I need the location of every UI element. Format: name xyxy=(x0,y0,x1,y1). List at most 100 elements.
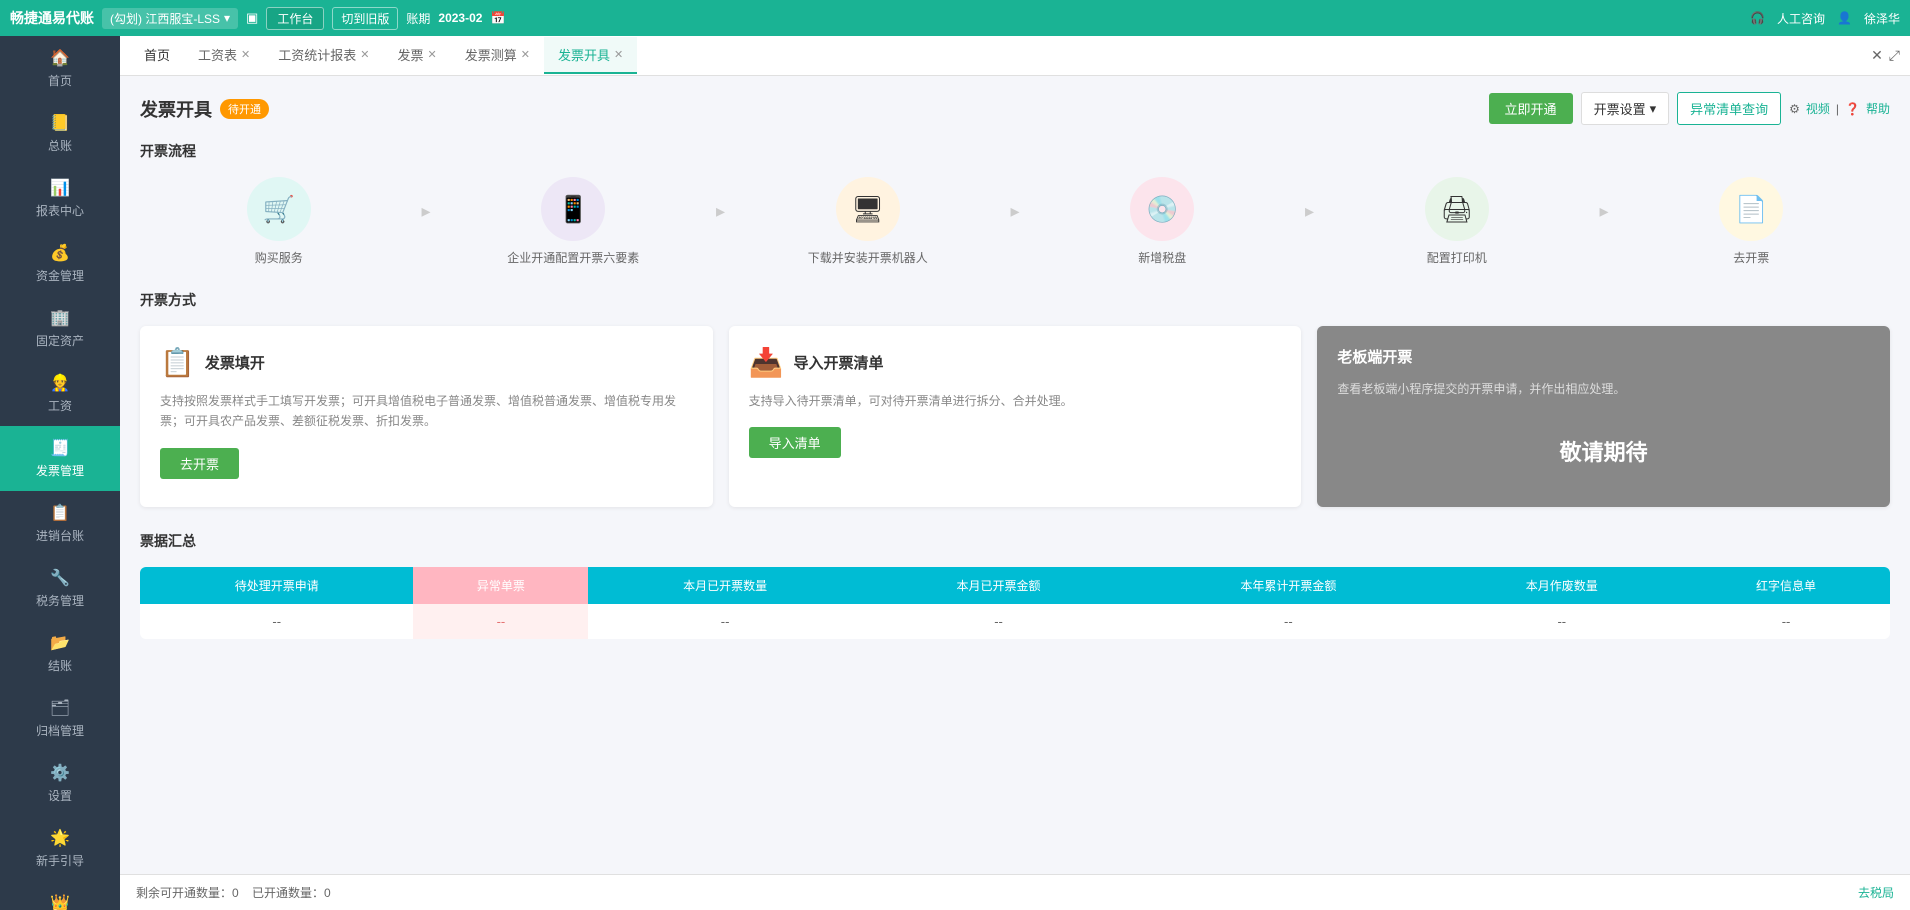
tab-close-salary-report[interactable]: ✕ xyxy=(360,48,369,61)
cell-year-amount: -- xyxy=(1135,604,1441,639)
tab-salary-report[interactable]: 工资统计报表 ✕ xyxy=(264,37,383,74)
user-service-label[interactable]: 人工咨询 xyxy=(1777,10,1825,27)
salary-icon: 👷 xyxy=(50,373,70,393)
company-selector[interactable]: (勾划) 江西服宝-LSS ▾ xyxy=(102,8,238,29)
sidebar-item-funds[interactable]: 💰 资金管理 xyxy=(0,231,120,296)
sidebar-item-archive[interactable]: 🗂 归档管理 xyxy=(0,686,120,751)
tab-close-all-button[interactable]: ✕ xyxy=(1871,47,1883,64)
cell-void-count: -- xyxy=(1442,604,1683,639)
tab-invoice-issue[interactable]: 发票开具 ✕ xyxy=(544,37,637,74)
view-icon: ⚙ xyxy=(1789,102,1800,116)
fill-card-desc: 支持按照发票样式手工填写开发票；可开具增值税电子普通发票、增值税普通发票、增值税… xyxy=(160,391,693,432)
import-card-icon: 📥 xyxy=(749,346,784,379)
period-value: 2023-02 xyxy=(438,11,482,25)
funds-icon: 💰 xyxy=(50,243,70,263)
tab-close-invoice[interactable]: ✕ xyxy=(428,48,437,61)
fill-card-title: 发票填开 xyxy=(205,352,265,373)
sidebar-item-ledger[interactable]: 📒 总账 xyxy=(0,101,120,166)
tab-salary-sheet[interactable]: 工资表 ✕ xyxy=(184,37,264,74)
col-red-note: 红字信息单 xyxy=(1682,567,1890,604)
flow-step-1: 🛒 购买服务 xyxy=(140,177,417,266)
sidebar-item-assets[interactable]: 🏢 固定资产 xyxy=(0,296,120,361)
remaining-quota-label: 剩余可开通数量：0 xyxy=(136,886,239,900)
open-now-button[interactable]: 立即开通 xyxy=(1489,93,1573,124)
user-avatar-icon: 👤 xyxy=(1837,11,1852,25)
sidebar-item-purchase[interactable]: 📋 进销台账 xyxy=(0,491,120,556)
sidebar-label-reports: 报表中心 xyxy=(36,202,84,219)
col-month-count: 本月已开票数量 xyxy=(588,567,861,604)
page-title: 发票开具 xyxy=(140,96,212,122)
sidebar-item-member[interactable]: 👑 畅会员 xyxy=(0,881,120,910)
abnormal-query-button[interactable]: 异常清单查询 xyxy=(1677,92,1781,125)
import-card-title: 导入开票清单 xyxy=(794,352,884,373)
assets-icon: 🏢 xyxy=(50,308,70,328)
col-pending: 待处理开票申请 xyxy=(140,567,413,604)
coming-soon-label: 敬请期待 xyxy=(1337,435,1870,467)
tab-close-invoice-calc[interactable]: ✕ xyxy=(521,48,530,61)
step-arrow-2: ▸ xyxy=(716,201,725,242)
sidebar-item-invoice[interactable]: 🧾 发票管理 xyxy=(0,426,120,491)
tab-bar-actions: ✕ ⤢ xyxy=(1871,47,1900,64)
sidebar-item-closing[interactable]: 📂 结账 xyxy=(0,621,120,686)
col-void-count: 本月作废数量 xyxy=(1442,567,1683,604)
sidebar-item-salary[interactable]: 👷 工资 xyxy=(0,361,120,426)
view-label[interactable]: 视频 xyxy=(1806,100,1830,117)
top-bar-right: 🎧 人工咨询 👤 徐泽华 xyxy=(1750,10,1900,27)
flow-section-title: 开票流程 xyxy=(140,141,1890,161)
home-icon: 🏠 xyxy=(50,48,70,68)
step-label-5: 配置打印机 xyxy=(1427,249,1487,266)
sidebar-label-guide: 新手引导 xyxy=(36,852,84,869)
step-circle-1: 🛒 xyxy=(247,177,311,241)
tab-invoice[interactable]: 发票 ✕ xyxy=(383,37,450,74)
header-links: ⚙ 视频 | ❓ 帮助 xyxy=(1789,100,1890,117)
step-circle-4: 💿 xyxy=(1130,177,1194,241)
sidebar-label-archive: 归档管理 xyxy=(36,722,84,739)
user-name[interactable]: 徐泽华 xyxy=(1864,10,1900,27)
step-arrow-4: ▸ xyxy=(1305,201,1314,242)
tab-home[interactable]: 首页 xyxy=(130,37,184,74)
sidebar-item-guide[interactable]: 🌟 新手引导 xyxy=(0,816,120,881)
tab-restore-button[interactable]: ⤢ xyxy=(1889,47,1900,64)
tab-close-invoice-issue[interactable]: ✕ xyxy=(614,48,623,61)
tab-close-salary-sheet[interactable]: ✕ xyxy=(241,48,250,61)
step-arrow-1: ▸ xyxy=(421,201,430,242)
open-settings-button[interactable]: 开票设置 ▾ xyxy=(1581,92,1670,125)
sidebar-label-assets: 固定资产 xyxy=(36,332,84,349)
step-arrow-3: ▸ xyxy=(1011,201,1020,242)
sidebar-item-home[interactable]: 🏠 首页 xyxy=(0,36,120,101)
help-label[interactable]: 帮助 xyxy=(1866,100,1890,117)
step-label-2: 企业开通配置开票六要素 xyxy=(507,249,639,266)
sidebar-item-settings[interactable]: ⚙️ 设置 xyxy=(0,751,120,816)
method-cards: 📋 发票填开 支持按照发票样式手工填写开发票；可开具增值税电子普通发票、增值税普… xyxy=(140,326,1890,507)
summary-section-title: 票据汇总 xyxy=(140,531,1890,551)
import-list-button[interactable]: 导入清单 xyxy=(749,427,841,458)
method-section-title: 开票方式 xyxy=(140,290,1890,310)
switch-old-button[interactable]: 切到旧版 xyxy=(332,7,398,30)
step-label-6: 去开票 xyxy=(1733,249,1769,266)
sidebar-label-invoice: 发票管理 xyxy=(36,462,84,479)
sidebar-label-settings: 设置 xyxy=(48,787,72,804)
table-row: -- -- -- -- -- -- -- xyxy=(140,604,1890,639)
member-icon: 👑 xyxy=(50,893,70,910)
bottom-bar-left: 剩余可开通数量：0 已开通数量：0 xyxy=(136,884,331,901)
cell-month-count: -- xyxy=(588,604,861,639)
step-circle-5: 🖨 xyxy=(1425,177,1489,241)
top-bar: 畅捷通易代账 (勾划) 江西服宝-LSS ▾ ▣ 工作台 切到旧版 账期 202… xyxy=(0,0,1910,36)
tax-icon: 🔧 xyxy=(50,568,70,588)
sidebar-item-reports[interactable]: 📊 报表中心 xyxy=(0,166,120,231)
goto-tax-link[interactable]: 去税局 xyxy=(1858,884,1894,901)
flow-step-5: 🖨 配置打印机 xyxy=(1318,177,1595,266)
tab-invoice-calc[interactable]: 发票测算 ✕ xyxy=(451,37,544,74)
sidebar-label-purchase: 进销台账 xyxy=(36,527,84,544)
settings-icon: ⚙️ xyxy=(50,763,70,783)
sidebar-label-tax: 税务管理 xyxy=(36,592,84,609)
go-issue-button[interactable]: 去开票 xyxy=(160,448,239,479)
sidebar-item-tax[interactable]: 🔧 税务管理 xyxy=(0,556,120,621)
sidebar-label-ledger: 总账 xyxy=(48,137,72,154)
cell-month-amount: -- xyxy=(862,604,1135,639)
col-month-amount: 本月已开票金额 xyxy=(862,567,1135,604)
step-label-3: 下载并安装开票机器人 xyxy=(808,249,928,266)
workbench-button[interactable]: 工作台 xyxy=(266,7,324,30)
main-layout: 🏠 首页 📒 总账 📊 报表中心 💰 资金管理 🏢 固定资产 👷 工资 🧾 发票… xyxy=(0,36,1910,910)
step-circle-6: 📄 xyxy=(1719,177,1783,241)
